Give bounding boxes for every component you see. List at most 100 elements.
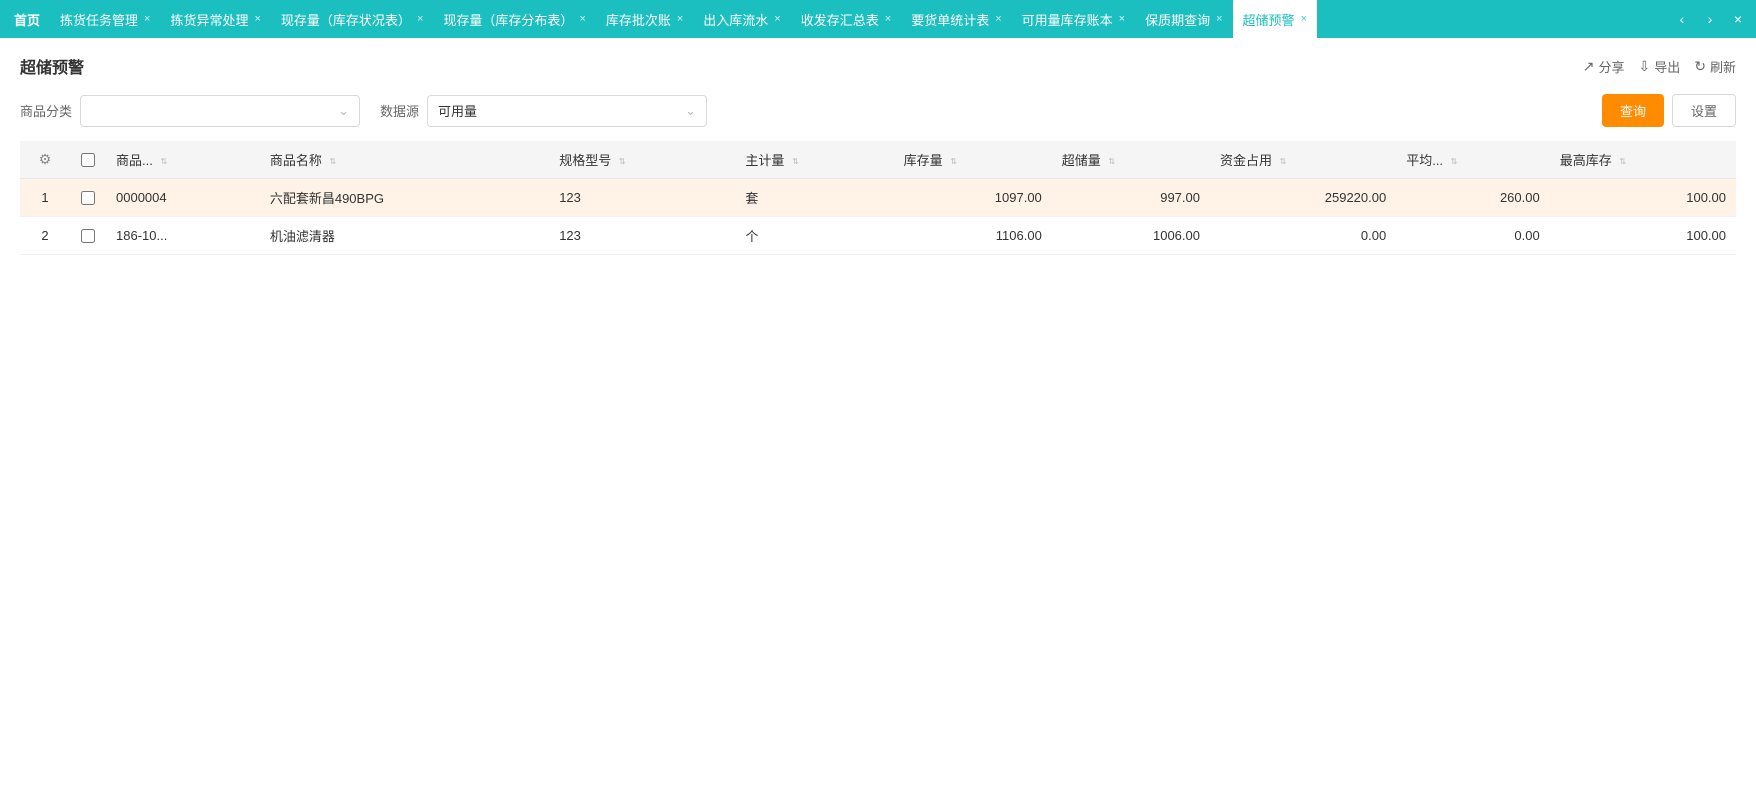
col-header-gear: ⚙: [20, 141, 70, 179]
share-label: 分享: [1598, 57, 1624, 76]
share-icon: ↗: [1583, 58, 1595, 75]
sort-icon-spec[interactable]: ⇅: [619, 158, 626, 166]
sort-icon-capital[interactable]: ⇅: [1280, 158, 1287, 166]
nav-item-task-mgmt[interactable]: 拣货任务管理 ×: [50, 0, 160, 38]
sort-icon-name[interactable]: ⇅: [329, 158, 336, 166]
header-actions: ↗ 分享 ⇩ 导出 ↻ 刷新: [1583, 57, 1736, 76]
refresh-label: 刷新: [1710, 57, 1736, 76]
nav-item-inout-flow[interactable]: 出入库流水 ×: [693, 0, 790, 38]
row-name: 六配套新昌490BPG: [260, 179, 549, 217]
close-icon[interactable]: ×: [774, 13, 780, 25]
nav-prev-button[interactable]: ‹: [1668, 0, 1696, 38]
close-icon[interactable]: ×: [885, 13, 891, 25]
col-header-code: 商品... ⇅: [106, 141, 260, 179]
nav-item-inventory-status[interactable]: 现存量（库存状况表） ×: [271, 0, 433, 38]
row-spec: 123: [549, 217, 735, 255]
nav-more-button[interactable]: ×: [1724, 0, 1752, 38]
sort-icon-avg[interactable]: ⇅: [1451, 158, 1458, 166]
row-checkbox[interactable]: [81, 191, 95, 205]
sort-icon-stock[interactable]: ⇅: [950, 158, 957, 166]
col-header-stock: 库存量 ⇅: [894, 141, 1052, 179]
chevron-down-icon-2: ⌄: [685, 103, 696, 119]
share-action[interactable]: ↗ 分享: [1583, 57, 1625, 76]
close-icon[interactable]: ×: [579, 13, 585, 25]
nav-label-inventory-dist: 现存量（库存分布表）: [443, 10, 573, 29]
datasource-select[interactable]: 可用量 ⌄: [427, 95, 707, 127]
close-icon[interactable]: ×: [677, 13, 683, 25]
close-icon[interactable]: ×: [1119, 13, 1125, 25]
row-checkbox-cell: [70, 217, 106, 255]
row-name: 机油滤清器: [260, 217, 549, 255]
col-header-unit: 主计量 ⇅: [735, 141, 893, 179]
nav-label-inventory-status: 现存量（库存状况表）: [281, 10, 411, 29]
datasource-select-value: 可用量: [438, 101, 477, 120]
table-row: 1 0000004 六配套新昌490BPG 123 套 1097.00 997.…: [20, 179, 1736, 217]
close-icon[interactable]: ×: [417, 13, 423, 25]
col-header-avg: 平均... ⇅: [1396, 141, 1550, 179]
select-all-checkbox[interactable]: [81, 153, 95, 167]
nav-label-shelf-life: 保质期查询: [1145, 10, 1210, 29]
table-body: 1 0000004 六配套新昌490BPG 123 套 1097.00 997.…: [20, 179, 1736, 255]
nav-label-order-stats: 要货单统计表: [911, 10, 989, 29]
row-overstock: 1006.00: [1052, 217, 1210, 255]
export-action[interactable]: ⇩ 导出: [1639, 57, 1681, 76]
close-icon[interactable]: ×: [144, 13, 150, 25]
nav-item-abnormal[interactable]: 拣货异常处理 ×: [160, 0, 270, 38]
sort-icon-max[interactable]: ⇅: [1619, 158, 1626, 166]
row-seq: 1: [20, 179, 70, 217]
row-code: 186-10...: [106, 217, 260, 255]
nav-bar: 首页 拣货任务管理 × 拣货异常处理 × 现存量（库存状况表） × 现存量（库存…: [0, 0, 1756, 38]
row-max: 100.00: [1550, 179, 1736, 217]
filter-datasource: 数据源 可用量 ⌄: [380, 95, 707, 127]
col-header-checkbox: [70, 141, 106, 179]
nav-item-inventory-dist[interactable]: 现存量（库存分布表） ×: [433, 0, 595, 38]
sort-icon-code[interactable]: ⇅: [160, 158, 167, 166]
close-icon[interactable]: ×: [254, 13, 260, 25]
nav-label-batch-account: 库存批次账: [606, 10, 671, 29]
nav-label-home: 首页: [14, 10, 40, 29]
filter-actions: 查询 设置: [1602, 94, 1736, 127]
row-unit: 套: [735, 179, 893, 217]
col-header-max: 最高库存 ⇅: [1550, 141, 1736, 179]
gear-icon[interactable]: ⚙: [39, 151, 52, 168]
nav-item-overstock[interactable]: 超储预警 ×: [1233, 0, 1317, 38]
table-row: 2 186-10... 机油滤清器 123 个 1106.00 1006.00 …: [20, 217, 1736, 255]
row-spec: 123: [549, 179, 735, 217]
sort-icon-unit[interactable]: ⇅: [792, 158, 799, 166]
close-icon[interactable]: ×: [995, 13, 1001, 25]
refresh-action[interactable]: ↻ 刷新: [1694, 57, 1736, 76]
nav-item-order-stats[interactable]: 要货单统计表 ×: [901, 0, 1011, 38]
row-seq: 2: [20, 217, 70, 255]
row-stock: 1097.00: [894, 179, 1052, 217]
page-header: 超储预警 ↗ 分享 ⇩ 导出 ↻ 刷新: [20, 54, 1736, 78]
nav-label-available-account: 可用量库存账本: [1022, 10, 1113, 29]
settings-button[interactable]: 设置: [1672, 94, 1736, 127]
nav-label-inout-flow: 出入库流水: [703, 10, 768, 29]
nav-next-button[interactable]: ›: [1696, 0, 1724, 38]
nav-item-collect-summary[interactable]: 收发存汇总表 ×: [791, 0, 901, 38]
filter-bar: 商品分类 ⌄ 数据源 可用量 ⌄ 查询 设置: [20, 94, 1736, 127]
chevron-down-icon: ⌄: [338, 103, 349, 119]
data-table: ⚙ 商品... ⇅ 商品名称 ⇅ 规格型号: [20, 141, 1736, 255]
row-avg: 0.00: [1396, 217, 1550, 255]
nav-item-available-account[interactable]: 可用量库存账本 ×: [1012, 0, 1135, 38]
sort-icon-overstock[interactable]: ⇅: [1108, 158, 1115, 166]
nav-arrows: ‹ › ×: [1668, 0, 1752, 38]
row-capital: 0.00: [1210, 217, 1396, 255]
refresh-icon: ↻: [1694, 58, 1706, 75]
nav-item-home[interactable]: 首页: [4, 0, 50, 38]
nav-label-abnormal: 拣货异常处理: [170, 10, 248, 29]
query-button[interactable]: 查询: [1602, 94, 1664, 127]
nav-item-shelf-life[interactable]: 保质期查询 ×: [1135, 0, 1232, 38]
category-select[interactable]: ⌄: [80, 95, 360, 127]
datasource-label: 数据源: [380, 101, 419, 120]
nav-item-batch-account[interactable]: 库存批次账 ×: [596, 0, 693, 38]
row-checkbox[interactable]: [81, 229, 95, 243]
filter-category: 商品分类 ⌄: [20, 95, 360, 127]
export-label: 导出: [1654, 57, 1680, 76]
close-icon[interactable]: ×: [1301, 13, 1307, 25]
close-icon[interactable]: ×: [1216, 13, 1222, 25]
col-header-overstock: 超储量 ⇅: [1052, 141, 1210, 179]
row-stock: 1106.00: [894, 217, 1052, 255]
nav-label-task-mgmt: 拣货任务管理: [60, 10, 138, 29]
